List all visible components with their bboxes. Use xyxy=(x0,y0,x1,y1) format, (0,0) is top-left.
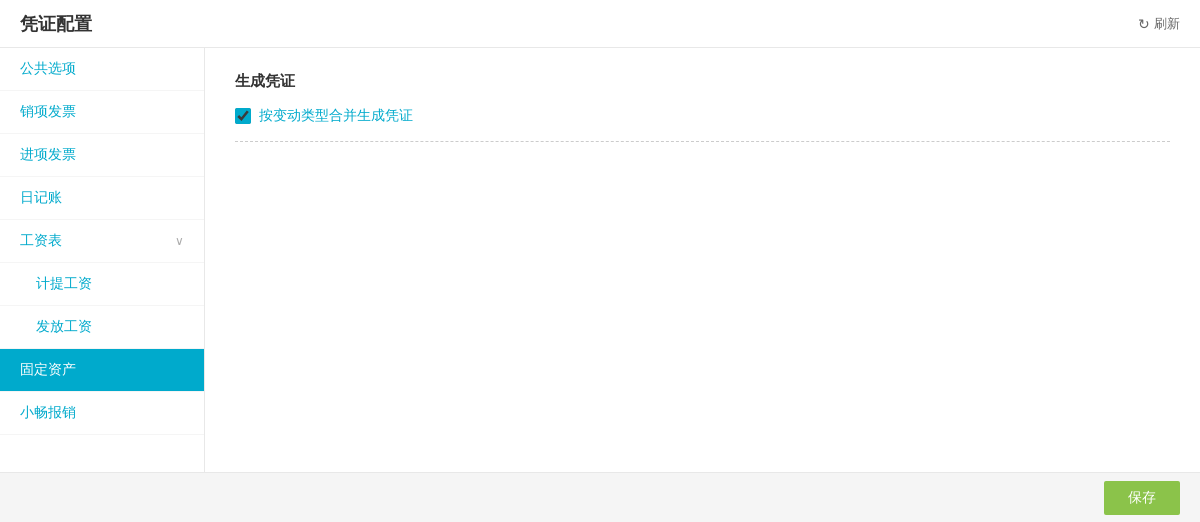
sidebar-item-label: 工资表 xyxy=(20,232,62,250)
page-wrapper: 凭证配置 ↻ 刷新 公共选项 销项发票 进项发票 日记账 工资表 ∨ xyxy=(0,0,1200,522)
sidebar-item-fixed-assets[interactable]: 固定资产 xyxy=(0,349,204,392)
sidebar-item-label: 小畅报销 xyxy=(20,404,76,422)
chevron-down-icon: ∨ xyxy=(175,234,184,248)
refresh-icon: ↻ xyxy=(1138,16,1150,32)
sidebar-item-journal[interactable]: 日记账 xyxy=(0,177,204,220)
main-content: 生成凭证 按变动类型合并生成凭证 xyxy=(205,48,1200,472)
refresh-button[interactable]: ↻ 刷新 xyxy=(1138,15,1180,33)
sidebar-item-public-options[interactable]: 公共选项 xyxy=(0,48,204,91)
save-button[interactable]: 保存 xyxy=(1104,481,1180,515)
sidebar-item-label: 日记账 xyxy=(20,189,62,207)
sidebar-item-label: 销项发票 xyxy=(20,103,76,121)
sidebar-item-sales-invoice[interactable]: 销项发票 xyxy=(0,91,204,134)
body: 公共选项 销项发票 进项发票 日记账 工资表 ∨ 计提工资 发放工资 固定资 xyxy=(0,48,1200,472)
header: 凭证配置 ↻ 刷新 xyxy=(0,0,1200,48)
merge-by-type-checkbox[interactable] xyxy=(235,108,251,124)
sidebar-item-label: 计提工资 xyxy=(36,275,92,293)
section-divider xyxy=(235,141,1170,142)
checkbox-label[interactable]: 按变动类型合并生成凭证 xyxy=(259,107,413,125)
sidebar-item-label: 公共选项 xyxy=(20,60,76,78)
checkbox-row: 按变动类型合并生成凭证 xyxy=(235,107,1170,125)
sidebar-item-expense-report[interactable]: 小畅报销 xyxy=(0,392,204,435)
footer: 保存 xyxy=(0,472,1200,522)
sidebar-item-payroll-table[interactable]: 工资表 ∨ xyxy=(0,220,204,263)
page-title: 凭证配置 xyxy=(20,12,92,36)
section-title: 生成凭证 xyxy=(235,72,1170,91)
sidebar-item-label: 发放工资 xyxy=(36,318,92,336)
sidebar-item-label: 固定资产 xyxy=(20,361,76,379)
refresh-label: 刷新 xyxy=(1154,15,1180,33)
sidebar: 公共选项 销项发票 进项发票 日记账 工资表 ∨ 计提工资 发放工资 固定资 xyxy=(0,48,205,472)
sidebar-item-purchase-invoice[interactable]: 进项发票 xyxy=(0,134,204,177)
sidebar-item-payroll-pay[interactable]: 发放工资 xyxy=(0,306,204,349)
sidebar-item-payroll-calc[interactable]: 计提工资 xyxy=(0,263,204,306)
sidebar-item-label: 进项发票 xyxy=(20,146,76,164)
